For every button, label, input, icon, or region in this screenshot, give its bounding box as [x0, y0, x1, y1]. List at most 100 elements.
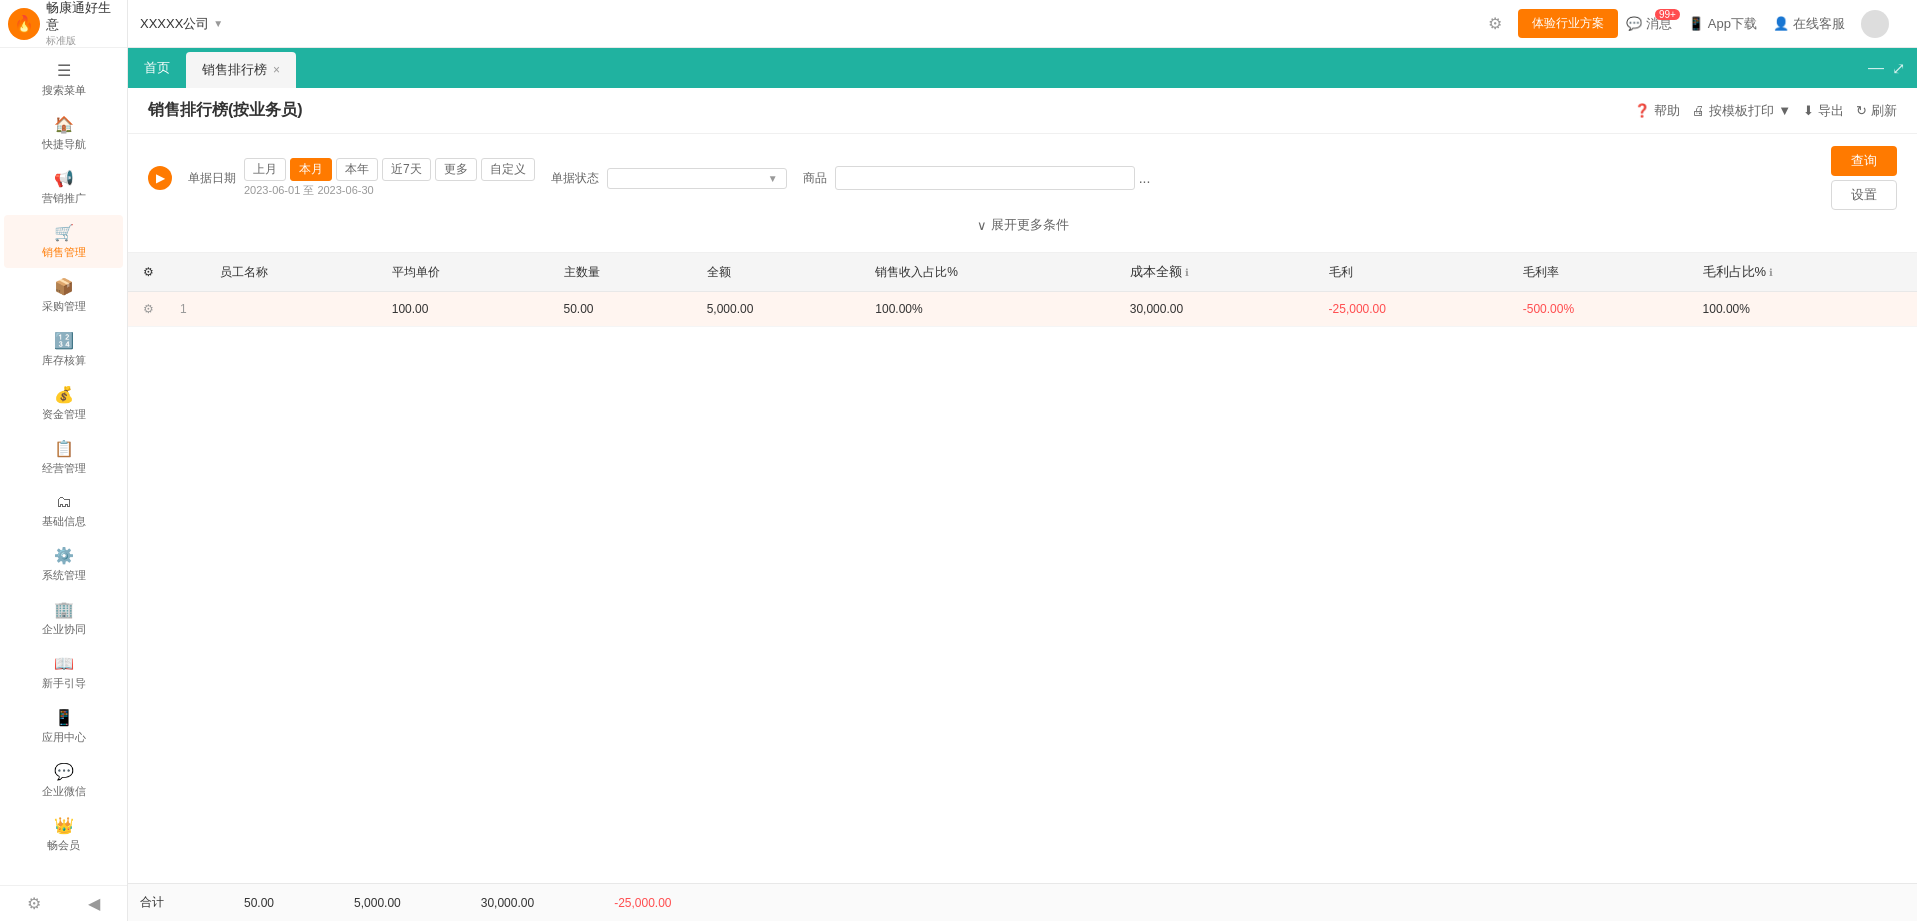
- online-service-button[interactable]: 👤 在线客服: [1773, 15, 1845, 33]
- company-selector[interactable]: XXXXX公司 ▼: [140, 15, 1480, 33]
- col-cost: 成本全额 ℹ: [1118, 253, 1317, 292]
- company-name: XXXXX公司: [140, 15, 209, 33]
- tab-sales-ranking[interactable]: 销售排行榜 ×: [186, 52, 296, 88]
- tab-home[interactable]: 首页: [128, 48, 186, 88]
- template-print-button[interactable]: 🖨 按模板打印 ▼: [1692, 102, 1791, 120]
- date-current-month-button[interactable]: 本月: [290, 158, 332, 181]
- gross-ratio-info-icon: ℹ: [1769, 267, 1773, 278]
- filter-status-item: 单据状态 ▼: [551, 168, 787, 189]
- operation-icon: 📋: [54, 439, 74, 458]
- sidebar: 🔥 畅康通好生意 标准版 ☰ 搜索菜单 🏠 快捷导航 📢 营销推广 🛒 销售管理…: [0, 0, 128, 921]
- table-footer: 合计 50.00 5,000.00 30,000.00 -25,000.00: [128, 883, 1917, 921]
- row-gross-ratio: 100.00%: [1691, 292, 1917, 327]
- col-avg-price: 平均单价: [380, 253, 552, 292]
- filter-toggle-arrow[interactable]: ▶: [148, 166, 172, 190]
- filter-action-buttons: 查询 设置: [1831, 146, 1897, 210]
- system-icon: ⚙️: [54, 546, 74, 565]
- date-year-button[interactable]: 本年: [336, 158, 378, 181]
- filter-area: ▶ 单据日期 上月 本月 本年 近7天 更多 自定义 2023-06-01: [128, 134, 1917, 253]
- print-icon: 🖨: [1692, 103, 1705, 118]
- date-prev-month-button[interactable]: 上月: [244, 158, 286, 181]
- filter-expand-button[interactable]: ∨ 展开更多条件: [148, 210, 1897, 240]
- logo-text: 畅康通好生意 标准版: [46, 0, 119, 47]
- sidebar-item-purchase[interactable]: 📦 采购管理: [4, 269, 123, 322]
- export-icon: ⬇: [1803, 103, 1814, 118]
- enterprise-icon: 🏢: [54, 600, 74, 619]
- page-actions: ❓ 帮助 🖨 按模板打印 ▼ ⬇ 导出 ↻ 刷新: [1634, 102, 1897, 120]
- sidebar-item-guide[interactable]: 📖 新手引导: [4, 646, 123, 699]
- filter-status-select[interactable]: ▼: [607, 168, 787, 189]
- footer-label: 合计: [140, 894, 164, 911]
- window-minimize-icon[interactable]: —: [1868, 59, 1884, 77]
- row-avg-price: 100.00: [380, 292, 552, 327]
- filter-date-group: 上月 本月 本年 近7天 更多 自定义: [244, 158, 535, 181]
- trial-industry-button[interactable]: 体验行业方案: [1518, 9, 1618, 38]
- sidebar-item-basic[interactable]: 🗂 基础信息: [4, 485, 123, 537]
- row-cost: 30,000.00: [1118, 292, 1317, 327]
- help-button[interactable]: ❓ 帮助: [1634, 102, 1680, 120]
- page-title: 销售排行榜(按业务员): [148, 100, 303, 121]
- topbar-settings-icon[interactable]: ⚙: [1488, 14, 1502, 33]
- table-container: ⚙ 员工名称 平均单价 主数量 全额 销售收入占比% 成本全额 ℹ 毛利 毛利率: [128, 253, 1917, 568]
- avatar[interactable]: [1861, 10, 1889, 38]
- sidebar-item-sales[interactable]: 🛒 销售管理: [4, 215, 123, 268]
- date-range-display: 2023-06-01 至 2023-06-30: [244, 183, 535, 198]
- tabbar-right: — ⤢: [1868, 59, 1917, 78]
- footer-gross: -25,000.00: [614, 896, 671, 910]
- sidebar-settings-button[interactable]: ⚙: [27, 894, 41, 913]
- sidebar-collapse-button[interactable]: ◀: [88, 894, 100, 913]
- inventory-icon: 🔢: [54, 331, 74, 350]
- sidebar-item-marketing[interactable]: 📢 营销推广: [4, 161, 123, 214]
- refresh-button[interactable]: ↻ 刷新: [1856, 102, 1897, 120]
- col-gross-ratio: 毛利占比% ℹ: [1691, 253, 1917, 292]
- help-icon: ❓: [1634, 103, 1650, 118]
- app-download-label: App下载: [1708, 15, 1757, 33]
- message-badge: 99+: [1655, 9, 1680, 20]
- col-settings: ⚙: [128, 253, 168, 292]
- sidebar-item-finance[interactable]: 💰 资金管理: [4, 377, 123, 430]
- sidebar-logo: 🔥 畅康通好生意 标准版: [0, 0, 127, 48]
- table-row: ⚙ 1 100.00 50.00 5,000.00 100.00% 30,000…: [128, 292, 1917, 327]
- print-dropdown-arrow: ▼: [1778, 103, 1791, 118]
- finance-icon: 💰: [54, 385, 74, 404]
- sidebar-item-operation[interactable]: 📋 经营管理: [4, 431, 123, 484]
- query-button[interactable]: 查询: [1831, 146, 1897, 176]
- col-gross: 毛利: [1317, 253, 1511, 292]
- message-button[interactable]: 💬 消息 99+: [1626, 15, 1672, 33]
- filter-date-label: 单据日期: [188, 170, 236, 187]
- footer-amount: 5,000.00: [354, 896, 401, 910]
- filter-goods-more-icon[interactable]: ...: [1139, 170, 1151, 186]
- sidebar-item-search-order[interactable]: ☰ 搜索菜单: [4, 53, 123, 106]
- content: 销售排行榜(按业务员) ❓ 帮助 🖨 按模板打印 ▼ ⬇ 导出 ↻ 刷新: [128, 88, 1917, 921]
- col-amount: 全额: [695, 253, 864, 292]
- sidebar-item-member[interactable]: 👑 畅会员: [4, 808, 123, 861]
- date-more-button[interactable]: 更多: [435, 158, 477, 181]
- topbar-right: 💬 消息 99+ 📱 App下载 👤 在线客服: [1626, 10, 1905, 38]
- sidebar-item-system[interactable]: ⚙️ 系统管理: [4, 538, 123, 591]
- sidebar-item-wechat[interactable]: 💬 企业微信: [4, 754, 123, 807]
- col-rank: [168, 253, 208, 292]
- sidebar-item-enterprise[interactable]: 🏢 企业协同: [4, 592, 123, 645]
- col-employee: 员工名称: [208, 253, 380, 292]
- date-7days-button[interactable]: 近7天: [382, 158, 431, 181]
- col-sales-ratio: 销售收入占比%: [863, 253, 1117, 292]
- sales-icon: 🛒: [54, 223, 74, 242]
- filter-settings-button[interactable]: 设置: [1831, 180, 1897, 210]
- row-gross: -25,000.00: [1317, 292, 1511, 327]
- date-custom-button[interactable]: 自定义: [481, 158, 535, 181]
- guide-icon: 📖: [54, 654, 74, 673]
- window-maximize-icon[interactable]: ⤢: [1892, 59, 1905, 78]
- export-button[interactable]: ⬇ 导出: [1803, 102, 1844, 120]
- sidebar-nav: ☰ 搜索菜单 🏠 快捷导航 📢 营销推广 🛒 销售管理 📦 采购管理 🔢 库存核…: [0, 48, 127, 885]
- app-download-button[interactable]: 📱 App下载: [1688, 15, 1757, 33]
- sidebar-item-inventory[interactable]: 🔢 库存核算: [4, 323, 123, 376]
- online-service-label: 在线客服: [1793, 15, 1845, 33]
- sidebar-item-apps[interactable]: 📱 应用中心: [4, 700, 123, 753]
- sidebar-item-quick-nav[interactable]: 🏠 快捷导航: [4, 107, 123, 160]
- quick-nav-icon: 🏠: [54, 115, 74, 134]
- refresh-icon: ↻: [1856, 103, 1867, 118]
- tab-close-icon[interactable]: ×: [273, 63, 280, 77]
- apps-icon: 📱: [54, 708, 74, 727]
- filter-goods-input[interactable]: [835, 166, 1135, 190]
- row-gross-rate: -500.00%: [1511, 292, 1691, 327]
